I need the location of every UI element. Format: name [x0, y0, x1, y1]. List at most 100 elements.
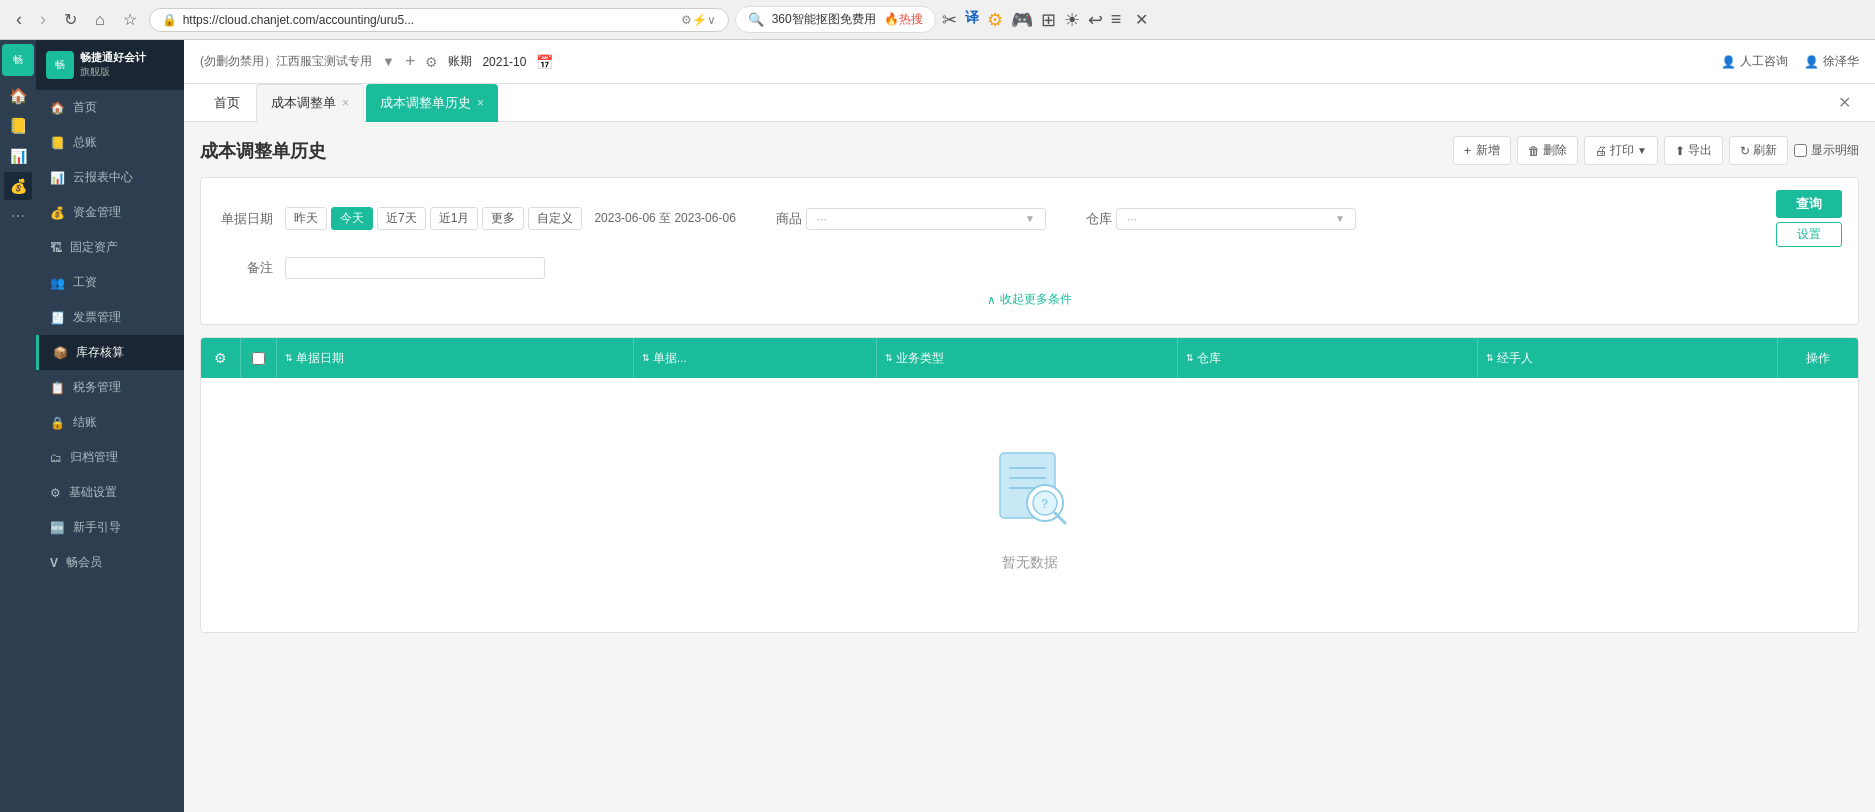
- icon-sidebar-home[interactable]: 🏠: [4, 82, 32, 110]
- reports-menu-icon: 📊: [50, 171, 65, 185]
- tab-close-all[interactable]: ✕: [1830, 93, 1859, 112]
- sidebar-item-invoices[interactable]: 🧾 发票管理: [36, 300, 184, 335]
- sidebar-item-ledger[interactable]: 📒 总账: [36, 125, 184, 160]
- display-toggle-label[interactable]: 显示明细: [1794, 142, 1859, 159]
- browser-chrome: ‹ › ↻ ⌂ ☆ 🔒 https://cloud.chanjet.com/ac…: [0, 0, 1875, 40]
- export-label: 导出: [1688, 142, 1712, 159]
- icon-sidebar-funds[interactable]: 💰: [4, 172, 32, 200]
- empty-state: ? 暂无数据: [201, 378, 1858, 632]
- select-all-checkbox[interactable]: [252, 352, 265, 365]
- sidebar-item-archive[interactable]: 🗂 归档管理: [36, 440, 184, 475]
- close-window-button[interactable]: ✕: [1127, 8, 1156, 31]
- delete-button[interactable]: 🗑 删除: [1517, 136, 1578, 165]
- tab-cost-adjust[interactable]: 成本调整单 ×: [256, 84, 364, 122]
- yesterday-btn[interactable]: 昨天: [285, 207, 327, 230]
- tab-history-close[interactable]: ×: [477, 96, 484, 110]
- grid-icon[interactable]: ⊞: [1041, 9, 1056, 31]
- undo-icon[interactable]: ↩: [1088, 9, 1103, 31]
- sidebar-item-inventory[interactable]: 📦 库存核算: [36, 335, 184, 370]
- refresh-button[interactable]: ↻: [58, 8, 83, 31]
- th-voucher[interactable]: ⇅ 单据...: [634, 338, 878, 378]
- sidebar-item-guide[interactable]: 🆕 新手引导: [36, 510, 184, 545]
- th-checkbox[interactable]: [241, 338, 277, 378]
- today-btn[interactable]: 今天: [331, 207, 373, 230]
- sidebar-item-guide-label: 新手引导: [73, 519, 121, 536]
- export-button[interactable]: ⬆ 导出: [1664, 136, 1723, 165]
- cut-icon[interactable]: ✂: [942, 9, 957, 31]
- sidebar-item-archive-label: 归档管理: [70, 449, 118, 466]
- filter-collapse[interactable]: ∧ 收起更多条件: [217, 287, 1842, 312]
- settings-col-icon: ⚙: [214, 350, 227, 366]
- collapse-label: 收起更多条件: [1000, 291, 1072, 308]
- sidebar-item-member[interactable]: V 畅会员: [36, 545, 184, 580]
- sidebar-item-home[interactable]: 🏠 首页: [36, 90, 184, 125]
- empty-illustration: ?: [980, 438, 1080, 538]
- filter-area: 单据日期 昨天 今天 近7天 近1月 更多 自定义 2023-06-06 至 2…: [200, 177, 1859, 325]
- brightness-icon[interactable]: ☀: [1064, 9, 1080, 31]
- new-button[interactable]: + 新增: [1453, 136, 1511, 165]
- top-bar-right: 👤 人工咨询 👤 徐泽华: [1721, 53, 1859, 70]
- main-sidebar: 畅 畅捷通好会计 旗舰版 🏠 首页 📒 总账 📊 云报表中心 💰 资金管理: [36, 40, 184, 812]
- icon-sidebar-logo[interactable]: 畅: [2, 44, 34, 76]
- sidebar-item-payroll[interactable]: 👥 工资: [36, 265, 184, 300]
- tab-cost-adjust-history[interactable]: 成本调整单历史 ×: [366, 84, 498, 122]
- th-date[interactable]: ⇅ 单据日期: [277, 338, 634, 378]
- home-button[interactable]: ⌂: [89, 9, 111, 31]
- date-range-display: 2023-06-06 至 2023-06-06: [594, 210, 735, 227]
- th-warehouse[interactable]: ⇅ 仓库: [1178, 338, 1478, 378]
- remark-input[interactable]: [285, 257, 545, 279]
- icon-sidebar-ledger[interactable]: 📒: [4, 112, 32, 140]
- service-button[interactable]: 👤 人工咨询: [1721, 53, 1788, 70]
- warehouse-select[interactable]: ··· ▼: [1116, 208, 1356, 230]
- icon-sidebar-reports[interactable]: 📊: [4, 142, 32, 170]
- custom-btn[interactable]: 自定义: [528, 207, 582, 230]
- th-voucher-label: 单据...: [653, 350, 687, 367]
- more-btn[interactable]: 更多: [482, 207, 524, 230]
- calendar-icon[interactable]: 📅: [536, 54, 553, 70]
- sidebar-item-fixed-assets[interactable]: 🏗 固定资产: [36, 230, 184, 265]
- refresh-action-button[interactable]: ↻ 刷新: [1729, 136, 1788, 165]
- th-settings[interactable]: ⚙: [201, 338, 241, 378]
- game-icon[interactable]: 🎮: [1011, 9, 1033, 31]
- sidebar-item-settings[interactable]: ⚙ 基础设置: [36, 475, 184, 510]
- sidebar-item-reports[interactable]: 📊 云报表中心: [36, 160, 184, 195]
- page-actions: + 新增 🗑 删除 🖨 打印 ▼ ⬆ 导出: [1453, 136, 1859, 165]
- th-operator[interactable]: ⇅ 经手人: [1478, 338, 1778, 378]
- display-toggle-checkbox[interactable]: [1794, 144, 1807, 157]
- th-type[interactable]: ⇅ 业务类型: [877, 338, 1177, 378]
- sidebar-item-ledger-label: 总账: [73, 134, 97, 151]
- star-button[interactable]: ☆: [117, 8, 143, 31]
- sidebar-item-invoices-label: 发票管理: [73, 309, 121, 326]
- address-text: https://cloud.chanjet.com/accounting/uru…: [183, 13, 414, 27]
- address-bar[interactable]: 🔒 https://cloud.chanjet.com/accounting/u…: [149, 8, 729, 32]
- nav-back-button[interactable]: ‹: [10, 7, 28, 32]
- ledger-menu-icon: 📒: [50, 136, 65, 150]
- sidebar-item-tax[interactable]: 📋 税务管理: [36, 370, 184, 405]
- print-button[interactable]: 🖨 打印 ▼: [1584, 136, 1658, 165]
- icon-sidebar-extra[interactable]: ⋯: [4, 202, 32, 230]
- empty-text: 暂无数据: [1002, 554, 1058, 572]
- last7-btn[interactable]: 近7天: [377, 207, 426, 230]
- table-settings-button[interactable]: 设置: [1776, 222, 1842, 247]
- translate-icon[interactable]: 译: [965, 9, 979, 31]
- goods-select[interactable]: ··· ▼: [806, 208, 1046, 230]
- add-company-button[interactable]: +: [405, 51, 416, 72]
- payroll-menu-icon: 👥: [50, 276, 65, 290]
- delete-icon: 🗑: [1528, 144, 1540, 158]
- query-button[interactable]: 查询: [1776, 190, 1842, 218]
- tab-cost-adjust-close[interactable]: ×: [342, 96, 349, 110]
- sort-warehouse-icon: ⇅: [1186, 353, 1194, 363]
- sidebar-item-close[interactable]: 🔒 结账: [36, 405, 184, 440]
- company-dropdown-icon[interactable]: ▼: [382, 54, 395, 69]
- user-button[interactable]: 👤 徐泽华: [1804, 53, 1859, 70]
- settings-icon-button[interactable]: ⚙: [425, 54, 438, 70]
- menu-icon[interactable]: ≡: [1111, 9, 1122, 31]
- nav-forward-button[interactable]: ›: [34, 7, 52, 32]
- last-month-btn[interactable]: 近1月: [430, 207, 479, 230]
- print-label: 打印: [1610, 142, 1634, 159]
- sidebar-item-funds[interactable]: 💰 资金管理: [36, 195, 184, 230]
- tab-home[interactable]: 首页: [200, 84, 254, 122]
- icon-sidebar: 畅 🏠 📒 📊 💰 ⋯: [0, 40, 36, 812]
- wallet-icon[interactable]: ⚙: [987, 9, 1003, 31]
- goods-dots: ···: [817, 212, 827, 226]
